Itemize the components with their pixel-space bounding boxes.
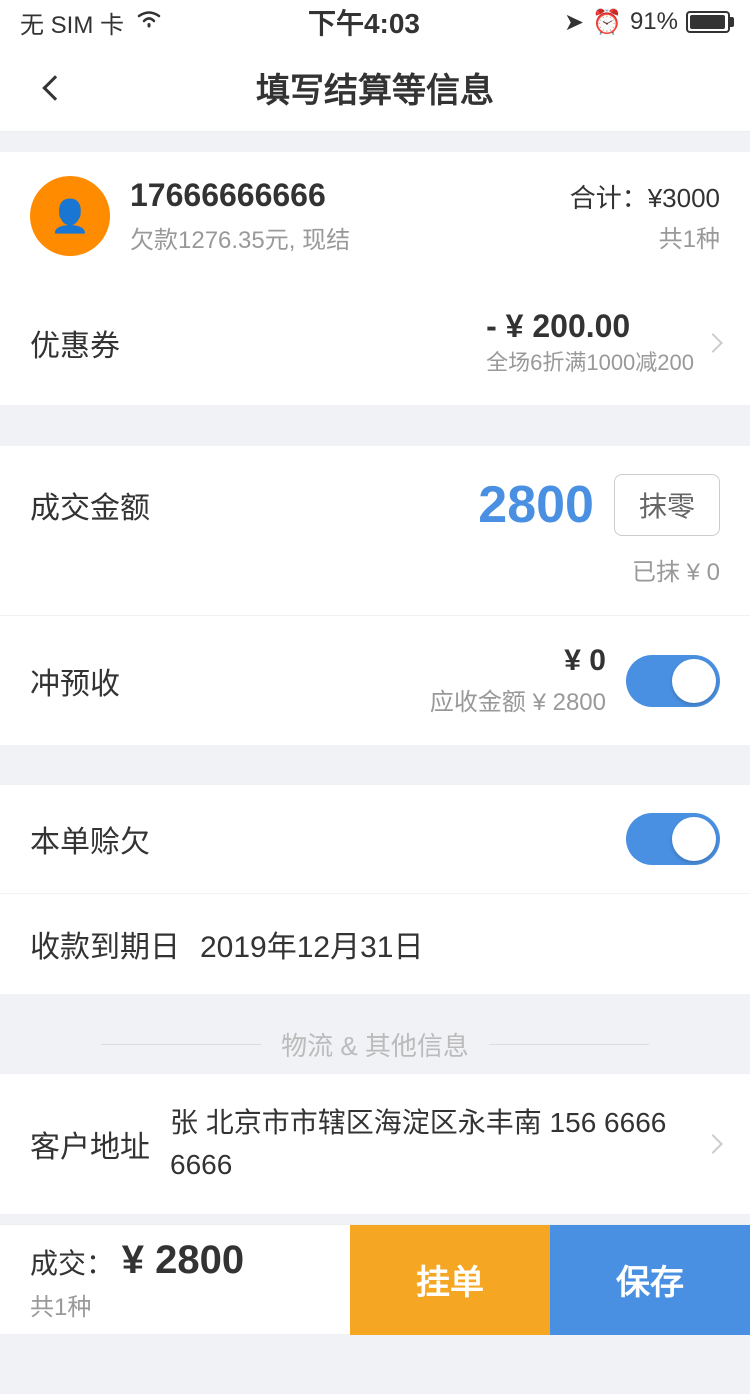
- address-chevron-icon: [703, 1134, 723, 1154]
- hang-button[interactable]: 挂单: [350, 1225, 550, 1335]
- bad-debt-section: 本单赊欠: [0, 785, 750, 893]
- precollect-amount: ¥ 0: [430, 644, 606, 678]
- round-button[interactable]: 抹零: [614, 474, 720, 536]
- deal-sub: 已抹 ¥ 0: [632, 559, 720, 586]
- avatar: 👤: [30, 176, 110, 256]
- coupon-desc: 全场6折满1000减200: [486, 345, 694, 377]
- header: 填写结算等信息: [0, 44, 750, 132]
- user-left: 👤 17666666666 欠款1276.35元, 现结: [30, 176, 350, 256]
- location-icon: ➤: [564, 8, 584, 37]
- total-count: 共1种: [570, 219, 720, 254]
- bottom-count: 共1种: [30, 1287, 320, 1322]
- user-info: 17666666666 欠款1276.35元, 现结: [130, 177, 350, 255]
- coupon-row[interactable]: 优惠券 - ¥ 200.00 全场6折满1000减200: [0, 280, 750, 406]
- avatar-icon: 👤: [50, 197, 90, 235]
- back-button[interactable]: [30, 63, 80, 113]
- section-divider-1: [0, 406, 750, 426]
- bottom-deal-line: 成交： ¥ 2800: [30, 1238, 320, 1283]
- status-left: 无 SIM 卡: [20, 5, 164, 40]
- precollect-right: ¥ 0 应收金额 ¥ 2800: [430, 644, 720, 717]
- user-card: 👤 17666666666 欠款1276.35元, 现结 合计：¥3000 共1…: [0, 152, 750, 280]
- user-right: 合计：¥3000 共1种: [570, 178, 720, 254]
- deal-row: 成交金额 2800 抹零: [30, 474, 720, 536]
- deal-right: 2800 抹零: [478, 474, 720, 536]
- user-debt: 欠款1276.35元, 现结: [130, 220, 350, 255]
- bottom-deal-price: ¥ 2800: [122, 1238, 244, 1282]
- due-date-section: 收款到期日 2019年12月31日: [0, 894, 750, 994]
- deal-amount: 2800: [478, 475, 594, 535]
- total-label: 合计：¥3000: [570, 178, 720, 215]
- toggle-thumb: [672, 659, 716, 703]
- precollect-toggle[interactable]: [626, 655, 720, 707]
- address-value: 张 北京市市辖区海淀区永丰南 156 6666 6666: [170, 1102, 686, 1186]
- coupon-info: - ¥ 200.00 全场6折满1000减200: [486, 308, 694, 377]
- sim-status: 无 SIM 卡: [20, 5, 124, 40]
- battery-icon: [686, 11, 730, 33]
- back-arrow-icon: [42, 75, 67, 100]
- logistics-label: 物流 & 其他信息: [281, 1026, 469, 1063]
- coupon-discount: - ¥ 200.00: [486, 308, 694, 345]
- divider-line-left: [101, 1044, 261, 1045]
- bottom-deal-label: 成交：: [30, 1248, 114, 1279]
- status-time: 下午4:03: [308, 2, 420, 42]
- precollect-receivable: 应收金额 ¥ 2800: [430, 682, 606, 717]
- due-date-value: 2019年12月31日: [200, 922, 423, 966]
- alarm-icon: ⏰: [592, 8, 622, 37]
- status-right: ➤ ⏰ 91%: [564, 8, 730, 37]
- status-bar: 无 SIM 卡 下午4:03 ➤ ⏰ 91%: [0, 0, 750, 44]
- logistics-divider-line: 物流 & 其他信息: [101, 1026, 649, 1063]
- address-section[interactable]: 客户地址 张 北京市市辖区海淀区永丰南 156 6666 6666: [0, 1074, 750, 1214]
- deal-label: 成交金额: [30, 483, 150, 527]
- divider-line-right: [489, 1044, 649, 1045]
- due-date-label: 收款到期日: [30, 922, 180, 966]
- wifi-icon: [134, 8, 164, 37]
- precollect-label: 冲预收: [30, 659, 120, 703]
- precollect-values: ¥ 0 应收金额 ¥ 2800: [430, 644, 606, 717]
- deal-section: 成交金额 2800 抹零 已抹 ¥ 0: [0, 446, 750, 615]
- logistics-divider: 物流 & 其他信息: [0, 1014, 750, 1074]
- section-divider-2: [0, 745, 750, 765]
- coupon-label: 优惠券: [30, 321, 120, 365]
- bottom-bar: 成交： ¥ 2800 共1种 挂单 保存: [0, 1224, 750, 1334]
- bottom-summary: 成交： ¥ 2800 共1种: [0, 1238, 350, 1322]
- bad-debt-label: 本单赊欠: [30, 817, 150, 861]
- coupon-right: - ¥ 200.00 全场6折满1000减200: [486, 308, 720, 377]
- page-title: 填写结算等信息: [80, 63, 670, 112]
- save-button[interactable]: 保存: [550, 1225, 750, 1335]
- bad-debt-toggle[interactable]: [626, 813, 720, 865]
- bad-debt-toggle-thumb: [672, 817, 716, 861]
- address-label: 客户地址: [30, 1122, 150, 1166]
- battery-percent: 91%: [630, 8, 678, 36]
- user-phone: 17666666666: [130, 177, 350, 214]
- precollect-row: 冲预收 ¥ 0 应收金额 ¥ 2800: [0, 615, 750, 745]
- coupon-chevron-icon: [703, 333, 723, 353]
